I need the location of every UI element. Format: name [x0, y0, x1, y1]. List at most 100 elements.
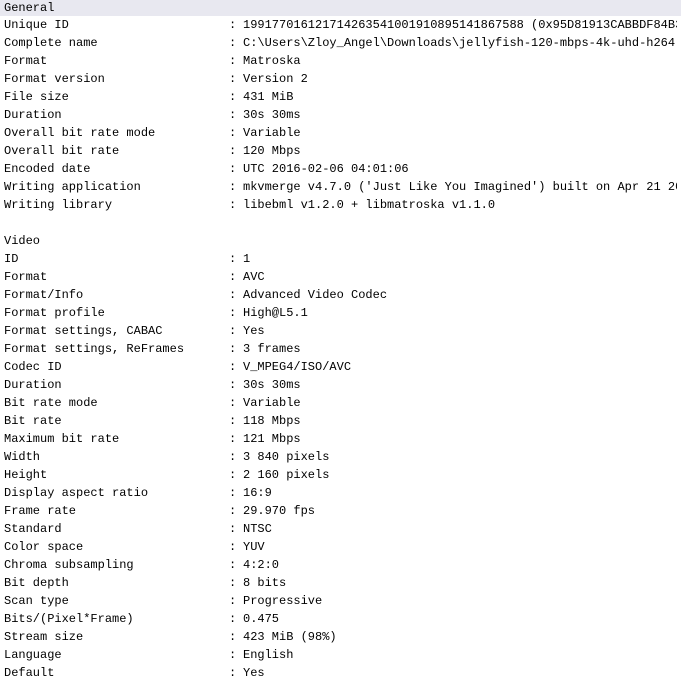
property-separator: :: [229, 484, 243, 502]
property-value: 199177016121714263541001910895141867588 …: [243, 16, 677, 34]
video-section: Video ID:1Format:AVCFormat/Info:Advanced…: [0, 232, 681, 682]
property-label: Complete name: [4, 34, 229, 52]
property-row: Color space:YUV: [4, 538, 677, 556]
property-label: Chroma subsampling: [4, 556, 229, 574]
property-value: Progressive: [243, 592, 322, 610]
property-value: Yes: [243, 322, 265, 340]
property-separator: :: [229, 628, 243, 646]
property-value: 30s 30ms: [243, 376, 301, 394]
property-value: 120 Mbps: [243, 142, 301, 160]
property-label: Format settings, ReFrames: [4, 340, 229, 358]
property-value: Variable: [243, 124, 301, 142]
property-label: ID: [4, 250, 229, 268]
property-value: mkvmerge v4.7.0 ('Just Like You Imagined…: [243, 178, 677, 196]
property-value: Variable: [243, 394, 301, 412]
property-row: Duration:30s 30ms: [4, 376, 677, 394]
property-value: AVC: [243, 268, 265, 286]
property-value: 423 MiB (98%): [243, 628, 337, 646]
property-label: Bit rate mode: [4, 394, 229, 412]
property-separator: :: [229, 268, 243, 286]
property-separator: :: [229, 196, 243, 214]
property-separator: :: [229, 664, 243, 682]
property-row: Display aspect ratio:16:9: [4, 484, 677, 502]
property-row: Overall bit rate:120 Mbps: [4, 142, 677, 160]
property-label: Format version: [4, 70, 229, 88]
property-separator: :: [229, 124, 243, 142]
property-label: Duration: [4, 376, 229, 394]
property-label: Frame rate: [4, 502, 229, 520]
property-label: Stream size: [4, 628, 229, 646]
section-title-general: General: [4, 1, 54, 15]
property-row: Writing library:libebml v1.2.0 + libmatr…: [4, 196, 677, 214]
property-value: Matroska: [243, 52, 301, 70]
property-value: 3 840 pixels: [243, 448, 329, 466]
property-row: Bit rate:118 Mbps: [4, 412, 677, 430]
property-separator: :: [229, 502, 243, 520]
property-row: File size:431 MiB: [4, 88, 677, 106]
property-value: 121 Mbps: [243, 430, 301, 448]
property-label: Bit rate: [4, 412, 229, 430]
property-value: C:\Users\Zloy_Angel\Downloads\jellyfish-…: [243, 34, 677, 52]
property-separator: :: [229, 142, 243, 160]
property-row: Standard:NTSC: [4, 520, 677, 538]
property-label: Writing library: [4, 196, 229, 214]
property-value: 16:9: [243, 484, 272, 502]
property-separator: :: [229, 88, 243, 106]
property-value: High@L5.1: [243, 304, 308, 322]
property-separator: :: [229, 592, 243, 610]
property-value: 30s 30ms: [243, 106, 301, 124]
property-value: 4:2:0: [243, 556, 279, 574]
general-content: Unique ID:199177016121714263541001910895…: [0, 16, 681, 214]
section-header-general: General: [0, 0, 681, 16]
property-row: Format version:Version 2: [4, 70, 677, 88]
property-row: Format/Info:Advanced Video Codec: [4, 286, 677, 304]
property-row: Format:AVC: [4, 268, 677, 286]
property-label: Encoded date: [4, 160, 229, 178]
property-separator: :: [229, 160, 243, 178]
property-value: libebml v1.2.0 + libmatroska v1.1.0: [243, 196, 495, 214]
property-label: Format profile: [4, 304, 229, 322]
property-label: Unique ID: [4, 16, 229, 34]
property-label: Overall bit rate mode: [4, 124, 229, 142]
property-row: Scan type:Progressive: [4, 592, 677, 610]
property-row: Writing application:mkvmerge v4.7.0 ('Ju…: [4, 178, 677, 196]
property-separator: :: [229, 574, 243, 592]
property-row: Format profile:High@L5.1: [4, 304, 677, 322]
property-value: NTSC: [243, 520, 272, 538]
property-row: ID:1: [4, 250, 677, 268]
property-separator: :: [229, 394, 243, 412]
property-label: Display aspect ratio: [4, 484, 229, 502]
property-separator: :: [229, 448, 243, 466]
property-value: 1: [243, 250, 250, 268]
property-row: Maximum bit rate:121 Mbps: [4, 430, 677, 448]
property-value: UTC 2016-02-06 04:01:06: [243, 160, 409, 178]
property-value: V_MPEG4/ISO/AVC: [243, 358, 351, 376]
property-value: Yes: [243, 664, 265, 682]
property-row: Format settings, CABAC:Yes: [4, 322, 677, 340]
property-row: Language:English: [4, 646, 677, 664]
property-label: File size: [4, 88, 229, 106]
property-label: Scan type: [4, 592, 229, 610]
property-label: Width: [4, 448, 229, 466]
property-label: Bit depth: [4, 574, 229, 592]
property-separator: :: [229, 304, 243, 322]
property-label: Writing application: [4, 178, 229, 196]
property-separator: :: [229, 340, 243, 358]
property-row: Chroma subsampling:4:2:0: [4, 556, 677, 574]
property-label: Format: [4, 268, 229, 286]
property-separator: :: [229, 34, 243, 52]
property-label: Color space: [4, 538, 229, 556]
property-row: Frame rate:29.970 fps: [4, 502, 677, 520]
property-row: Bit rate mode:Variable: [4, 394, 677, 412]
property-separator: :: [229, 376, 243, 394]
property-label: Duration: [4, 106, 229, 124]
section-title-video: Video: [4, 232, 229, 250]
property-separator: :: [229, 412, 243, 430]
property-row: Stream size:423 MiB (98%): [4, 628, 677, 646]
property-row: Format settings, ReFrames:3 frames: [4, 340, 677, 358]
blank-spacer: [0, 214, 681, 232]
property-separator: :: [229, 466, 243, 484]
property-separator: :: [229, 322, 243, 340]
property-value: 8 bits: [243, 574, 286, 592]
property-label: Codec ID: [4, 358, 229, 376]
